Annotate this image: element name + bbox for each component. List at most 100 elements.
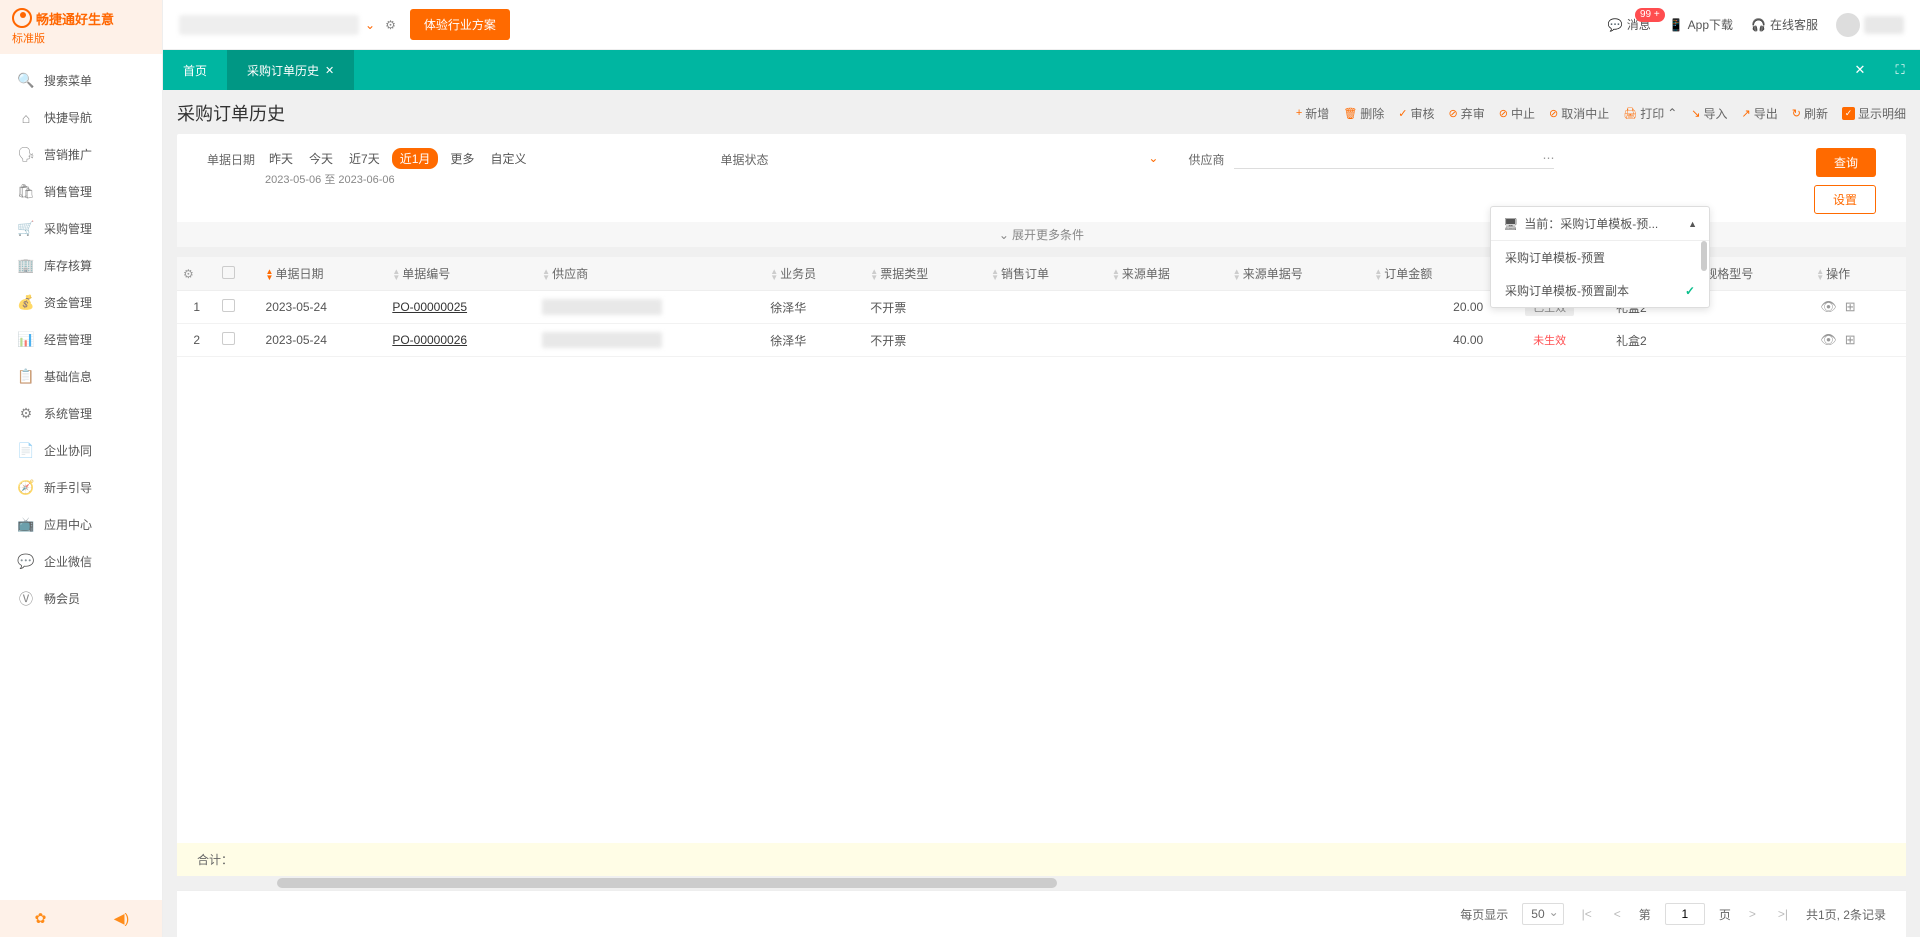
toolbar-删除[interactable]: 🗑删除 bbox=[1343, 105, 1384, 122]
chevron-down-icon: ⌄ bbox=[999, 228, 1009, 242]
order-link[interactable]: PO-00000025 bbox=[392, 300, 467, 314]
app-download-link[interactable]: 📱 App下载 bbox=[1669, 16, 1733, 33]
page-size-select[interactable]: 50 bbox=[1522, 903, 1563, 925]
org-selector[interactable]: ⌄ bbox=[179, 15, 375, 35]
close-icon[interactable]: ✕ bbox=[325, 64, 334, 77]
chevron-down-icon: ⌄ bbox=[365, 18, 375, 32]
sidebar-item[interactable]: 🛒采购管理 bbox=[0, 210, 162, 247]
column-header[interactable]: ▲▼单据日期 bbox=[260, 257, 387, 291]
sidebar-item[interactable]: 📋基础信息 bbox=[0, 358, 162, 395]
sidebar-item[interactable]: 🗣营销推广 bbox=[0, 136, 162, 173]
row-checkbox[interactable] bbox=[222, 299, 235, 312]
date-option[interactable]: 昨天 bbox=[265, 148, 297, 169]
row-checkbox[interactable] bbox=[222, 332, 235, 345]
messages-link[interactable]: 💬 消息 99 + bbox=[1608, 16, 1651, 33]
table-row: 22023-05-24PO-00000026徐泽华不开票40.00未生效礼盒2👁… bbox=[177, 324, 1906, 357]
sidebar-item[interactable]: 📄企业协同 bbox=[0, 432, 162, 469]
next-page-icon[interactable]: > bbox=[1745, 907, 1760, 921]
sort-icon[interactable]: ▲▼ bbox=[1112, 269, 1120, 281]
date-option[interactable]: 更多 bbox=[446, 148, 478, 169]
support-link[interactable]: 🎧 在线客服 bbox=[1751, 16, 1818, 33]
toolbar-导入[interactable]: ↘导入 bbox=[1691, 105, 1727, 122]
sidebar-item[interactable]: 🧭新手引导 bbox=[0, 469, 162, 506]
sort-icon[interactable]: ▲▼ bbox=[266, 269, 274, 281]
date-option[interactable]: 今天 bbox=[305, 148, 337, 169]
setting-button[interactable]: 设置 bbox=[1814, 185, 1876, 214]
prev-page-icon[interactable]: < bbox=[1610, 907, 1625, 921]
view-icon[interactable]: 👁 bbox=[1820, 299, 1837, 314]
toolbar-中止[interactable]: ⊘中止 bbox=[1499, 105, 1535, 122]
supplier-select[interactable]: ⋯ bbox=[1234, 148, 1554, 169]
dropdown-current[interactable]: 🖥 当前：采购订单模板-预... ▲ bbox=[1491, 207, 1709, 241]
tab-close-all-icon[interactable]: ✕ bbox=[1840, 62, 1880, 78]
column-header[interactable]: ▲▼操作 bbox=[1810, 257, 1906, 291]
dropdown-option[interactable]: 采购订单模板-预置 bbox=[1491, 241, 1709, 274]
sidebar-item[interactable]: 🏢库存核算 bbox=[0, 247, 162, 284]
dropdown-option[interactable]: 采购订单模板-预置副本✓ bbox=[1491, 274, 1709, 307]
date-option[interactable]: 近1月 bbox=[392, 148, 439, 169]
gear-icon[interactable]: ⚙ bbox=[183, 267, 194, 281]
sidebar-item[interactable]: Ⓥ畅会员 bbox=[0, 580, 162, 617]
sort-icon[interactable]: ▲▼ bbox=[1233, 269, 1241, 281]
column-header[interactable] bbox=[216, 257, 259, 291]
sidebar-item[interactable]: 🛍销售管理 bbox=[0, 173, 162, 210]
sort-icon[interactable]: ▲▼ bbox=[1816, 269, 1824, 281]
toolbar-审核[interactable]: ✓审核 bbox=[1398, 105, 1434, 122]
qr-icon[interactable]: ⊞ bbox=[1845, 299, 1856, 314]
page-input[interactable] bbox=[1665, 903, 1705, 925]
column-header[interactable]: ⚙ bbox=[177, 257, 216, 291]
tab[interactable]: 首页 bbox=[163, 50, 227, 90]
column-header[interactable]: ▲▼供应商 bbox=[536, 257, 764, 291]
column-header[interactable]: ▲▼单据编号 bbox=[386, 257, 536, 291]
logo-subtitle: 标准版 bbox=[12, 30, 150, 46]
column-header[interactable]: ▲▼销售订单 bbox=[985, 257, 1106, 291]
org-settings-icon[interactable]: ⚙ bbox=[385, 18, 396, 32]
sort-icon[interactable]: ▲▼ bbox=[770, 269, 778, 281]
horizontal-scrollbar[interactable] bbox=[177, 876, 1906, 890]
nav-icon: 🗣 bbox=[18, 147, 34, 163]
sidebar-item[interactable]: 📊经营管理 bbox=[0, 321, 162, 358]
toolbar-导出[interactable]: ↗导出 bbox=[1742, 105, 1778, 122]
sidebar-item[interactable]: 💬企业微信 bbox=[0, 543, 162, 580]
sort-icon[interactable]: ▲▼ bbox=[1374, 269, 1382, 281]
status-select[interactable]: ⌄ bbox=[778, 148, 1158, 169]
select-all-checkbox[interactable] bbox=[222, 266, 235, 279]
toolbar-打印[interactable]: 🖨打印 ⌃ bbox=[1623, 105, 1677, 122]
sidebar-item[interactable]: 📺应用中心 bbox=[0, 506, 162, 543]
footer-collapse-icon[interactable]: ◀) bbox=[81, 900, 162, 937]
fullscreen-icon[interactable]: ⛶ bbox=[1880, 62, 1920, 78]
show-detail-toggle[interactable]: ✓显示明细 bbox=[1842, 105, 1906, 122]
table: ⚙▲▼单据日期▲▼单据编号▲▼供应商▲▼业务员▲▼票据类型▲▼销售订单▲▼来源单… bbox=[177, 257, 1906, 937]
sidebar-item[interactable]: 🔍搜索菜单 bbox=[0, 62, 162, 99]
sort-icon[interactable]: ▲▼ bbox=[392, 269, 400, 281]
sidebar-item[interactable]: 💰资金管理 bbox=[0, 284, 162, 321]
experience-button[interactable]: 体验行业方案 bbox=[410, 9, 510, 40]
sidebar-item[interactable]: ⌂快捷导航 bbox=[0, 99, 162, 136]
column-header[interactable]: ▲▼业务员 bbox=[764, 257, 864, 291]
tab-bar: 首页采购订单历史✕ ✕ ⛶ bbox=[163, 50, 1920, 90]
toolbar-弃审[interactable]: ⊘弃审 bbox=[1449, 105, 1485, 122]
qr-icon[interactable]: ⊞ bbox=[1845, 332, 1856, 347]
view-icon[interactable]: 👁 bbox=[1820, 332, 1837, 347]
column-header[interactable]: ▲▼来源单据号 bbox=[1227, 257, 1369, 291]
sort-icon[interactable]: ▲▼ bbox=[870, 269, 878, 281]
first-page-icon[interactable]: |< bbox=[1578, 907, 1596, 921]
sort-icon[interactable]: ▲▼ bbox=[542, 269, 550, 281]
toolbar-刷新[interactable]: ↻刷新 bbox=[1792, 105, 1828, 122]
tab[interactable]: 采购订单历史✕ bbox=[227, 50, 354, 90]
column-header[interactable]: ▲▼来源单据 bbox=[1106, 257, 1227, 291]
query-button[interactable]: 查询 bbox=[1816, 148, 1876, 177]
toolbar-新增[interactable]: +新增 bbox=[1296, 105, 1329, 122]
column-header[interactable]: ▲▼订单金额 bbox=[1368, 257, 1489, 291]
sort-icon[interactable]: ▲▼ bbox=[991, 269, 999, 281]
order-link[interactable]: PO-00000026 bbox=[392, 333, 467, 347]
user-menu[interactable] bbox=[1836, 13, 1904, 37]
toolbar-取消中止[interactable]: ⊘取消中止 bbox=[1549, 105, 1609, 122]
last-page-icon[interactable]: >| bbox=[1774, 907, 1792, 921]
date-option[interactable]: 近7天 bbox=[345, 148, 384, 169]
footer-gear-icon[interactable]: ✿ bbox=[0, 900, 81, 937]
column-header[interactable]: ▲▼票据类型 bbox=[864, 257, 985, 291]
sidebar-item[interactable]: ⚙系统管理 bbox=[0, 395, 162, 432]
date-option[interactable]: 自定义 bbox=[486, 148, 530, 169]
dropdown-scrollbar[interactable] bbox=[1701, 241, 1707, 271]
